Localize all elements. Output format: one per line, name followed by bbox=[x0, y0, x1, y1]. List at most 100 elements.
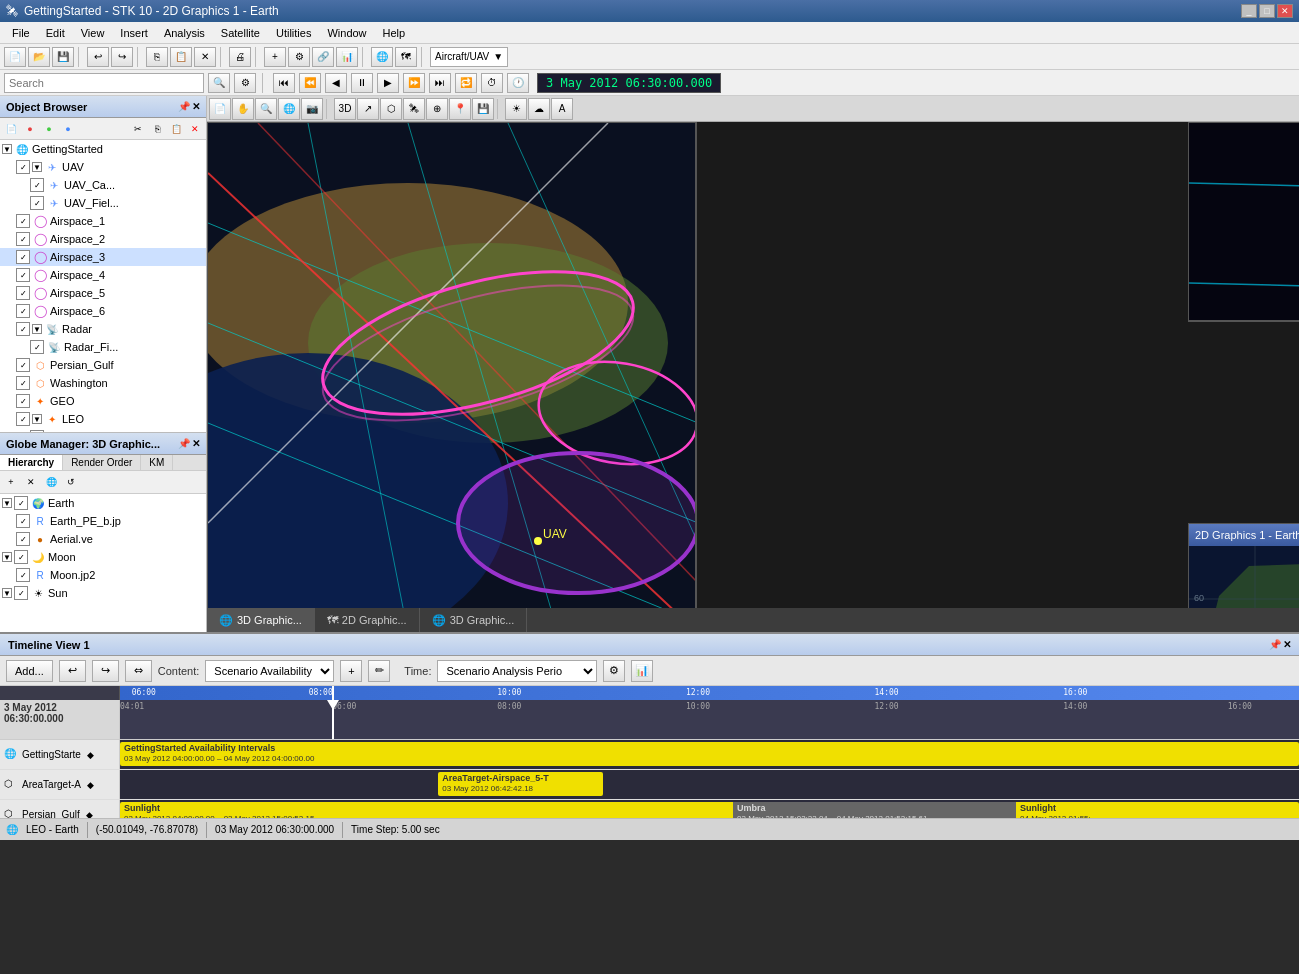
menu-help[interactable]: Help bbox=[375, 25, 414, 41]
check-airspace6[interactable]: ✓ bbox=[16, 304, 30, 318]
tree-item-radar-fi[interactable]: ✓ 📡 Radar_Fi... bbox=[0, 338, 206, 356]
gm-delete-btn[interactable]: ✕ bbox=[22, 473, 40, 491]
properties-button[interactable]: ⚙ bbox=[288, 47, 310, 67]
report-button[interactable]: 📊 bbox=[336, 47, 358, 67]
gm-item-earth[interactable]: ▼ ✓ 🌍 Earth bbox=[0, 494, 206, 512]
play-end-button[interactable]: ⏭ bbox=[429, 73, 451, 93]
vt-3d-btn[interactable]: 3D bbox=[334, 98, 356, 120]
ob-pin-icon[interactable]: 📌 bbox=[178, 101, 190, 112]
new-scenario-button[interactable]: 📄 bbox=[4, 47, 26, 67]
check-radar[interactable]: ✓ bbox=[16, 322, 30, 336]
minimize-button[interactable]: _ bbox=[1241, 4, 1257, 18]
tl-edit-content-btn[interactable]: ✏ bbox=[368, 660, 390, 682]
tree-item-uav[interactable]: ✓ ▼ ✈ UAV bbox=[0, 158, 206, 176]
vt-camera-btn[interactable]: 📷 bbox=[301, 98, 323, 120]
vt-export-btn[interactable]: 💾 bbox=[472, 98, 494, 120]
check-geo[interactable]: ✓ bbox=[16, 394, 30, 408]
gm-check-moon[interactable]: ✓ bbox=[14, 550, 28, 564]
tl-pin-icon[interactable]: 📌 bbox=[1269, 639, 1281, 650]
tl-add-content-btn[interactable]: + bbox=[340, 660, 362, 682]
gm-collapse-moon[interactable]: ▼ bbox=[2, 552, 12, 562]
check-uav-fiel[interactable]: ✓ bbox=[30, 196, 44, 210]
collapse-leo[interactable]: ▼ bbox=[32, 414, 42, 424]
vt-aim-btn[interactable]: ⊕ bbox=[426, 98, 448, 120]
check-persian-gulf[interactable]: ✓ bbox=[16, 358, 30, 372]
menu-file[interactable]: File bbox=[4, 25, 38, 41]
realtime-button[interactable]: ⏱ bbox=[481, 73, 503, 93]
tool-2d[interactable]: 🗺 bbox=[395, 47, 417, 67]
gm-item-earth-pe[interactable]: ✓ R Earth_PE_b.jp bbox=[0, 512, 206, 530]
gm-check-moon-jp2[interactable]: ✓ bbox=[16, 568, 30, 582]
gm-check-earth-pe[interactable]: ✓ bbox=[16, 514, 30, 528]
vt-sun-btn[interactable]: ☀ bbox=[505, 98, 527, 120]
ob-delete-btn[interactable]: ✕ bbox=[186, 120, 204, 138]
ob-close-icon[interactable]: ✕ bbox=[192, 101, 200, 112]
tree-item-airspace4[interactable]: ✓ ◯ Airspace_4 bbox=[0, 266, 206, 284]
maximize-button[interactable]: □ bbox=[1259, 4, 1275, 18]
ob-blue-button[interactable]: ● bbox=[59, 120, 77, 138]
tl-time-export-btn[interactable]: 📊 bbox=[631, 660, 653, 682]
paste-button[interactable]: 📋 bbox=[170, 47, 192, 67]
play-start-button[interactable]: ⏮ bbox=[273, 73, 295, 93]
tl-back-button[interactable]: ↩ bbox=[59, 660, 86, 682]
tl-content-select[interactable]: Scenario Availability bbox=[205, 660, 334, 682]
gm-item-moon[interactable]: ▼ ✓ 🌙 Moon bbox=[0, 548, 206, 566]
ob-new-button[interactable]: 📄 bbox=[2, 120, 20, 138]
tree-item-gettingstarted[interactable]: ▼ 🌐 GettingStarted bbox=[0, 140, 206, 158]
redo-button[interactable]: ↪ bbox=[111, 47, 133, 67]
check-washington[interactable]: ✓ bbox=[16, 376, 30, 390]
delete-button[interactable]: ✕ bbox=[194, 47, 216, 67]
search-input[interactable] bbox=[4, 73, 204, 93]
gm-check-earth[interactable]: ✓ bbox=[14, 496, 28, 510]
menu-insert[interactable]: Insert bbox=[112, 25, 156, 41]
check-airspace1[interactable]: ✓ bbox=[16, 214, 30, 228]
collapse-uav[interactable]: ▼ bbox=[32, 162, 42, 172]
tree-item-geo[interactable]: ✓ ✦ GEO bbox=[0, 392, 206, 410]
play-fwd-step-button[interactable]: ⏩ bbox=[403, 73, 425, 93]
gm-item-moon-jp2[interactable]: ✓ R Moon.jp2 bbox=[0, 566, 206, 584]
vt-sat-btn[interactable]: 🛰 bbox=[403, 98, 425, 120]
gm-pin-icon[interactable]: 📌 bbox=[178, 438, 190, 449]
tl-fwd-button[interactable]: ↪ bbox=[92, 660, 119, 682]
gm-tab-km[interactable]: KM bbox=[141, 455, 173, 470]
vt-obj-btn[interactable]: ⬡ bbox=[380, 98, 402, 120]
tl-close-icon[interactable]: ✕ bbox=[1283, 639, 1291, 650]
loop-button[interactable]: 🔁 bbox=[455, 73, 477, 93]
gm-collapse-sun[interactable]: ▼ bbox=[2, 588, 12, 598]
menu-edit[interactable]: Edit bbox=[38, 25, 73, 41]
view-tab-2d[interactable]: 🗺 2D Graphic... bbox=[315, 608, 420, 632]
play-back-step-button[interactable]: ⏪ bbox=[299, 73, 321, 93]
gm-check-sun[interactable]: ✓ bbox=[14, 586, 28, 600]
search-settings-button[interactable]: ⚙ bbox=[234, 73, 256, 93]
gm-refresh-btn[interactable]: ↺ bbox=[62, 473, 80, 491]
insert-object-button[interactable]: + bbox=[264, 47, 286, 67]
play-forward-button[interactable]: ▶ bbox=[377, 73, 399, 93]
ob-green-button[interactable]: ● bbox=[40, 120, 58, 138]
check-airspace5[interactable]: ✓ bbox=[16, 286, 30, 300]
gm-tab-hierarchy[interactable]: Hierarchy bbox=[0, 455, 63, 470]
play-back-button[interactable]: ◀ bbox=[325, 73, 347, 93]
tree-item-uav-ca[interactable]: ✓ ✈ UAV_Ca... bbox=[0, 176, 206, 194]
tl-add-button[interactable]: Add... bbox=[6, 660, 53, 682]
save-button[interactable]: 💾 bbox=[52, 47, 74, 67]
view-tab-3d-2[interactable]: 🌐 3D Graphic... bbox=[420, 608, 528, 632]
tree-item-persian-gulf[interactable]: ✓ ⬡ Persian_Gulf bbox=[0, 356, 206, 374]
check-radar-fi[interactable]: ✓ bbox=[30, 340, 44, 354]
vt-path-btn[interactable]: 📍 bbox=[449, 98, 471, 120]
tree-item-uav-fiel[interactable]: ✓ ✈ UAV_Fiel... bbox=[0, 194, 206, 212]
time-sync-button[interactable]: 🕐 bbox=[507, 73, 529, 93]
tree-item-airspace6[interactable]: ✓ ◯ Airspace_6 bbox=[0, 302, 206, 320]
search-go-button[interactable]: 🔍 bbox=[208, 73, 230, 93]
gm-add-btn[interactable]: + bbox=[2, 473, 20, 491]
gm-collapse-earth[interactable]: ▼ bbox=[2, 498, 12, 508]
menu-satellite[interactable]: Satellite bbox=[213, 25, 268, 41]
ob-paste-btn[interactable]: 📋 bbox=[167, 120, 185, 138]
pause-button[interactable]: ⏸ bbox=[351, 73, 373, 93]
tree-item-leo[interactable]: ✓ ▼ ✦ LEO bbox=[0, 410, 206, 428]
access-button[interactable]: 🔗 bbox=[312, 47, 334, 67]
tl-link-button[interactable]: ⇔ bbox=[125, 660, 152, 682]
print-button[interactable]: 🖨 bbox=[229, 47, 251, 67]
undo-button[interactable]: ↩ bbox=[87, 47, 109, 67]
vt-new-btn[interactable]: 📄 bbox=[209, 98, 231, 120]
open-button[interactable]: 📂 bbox=[28, 47, 50, 67]
